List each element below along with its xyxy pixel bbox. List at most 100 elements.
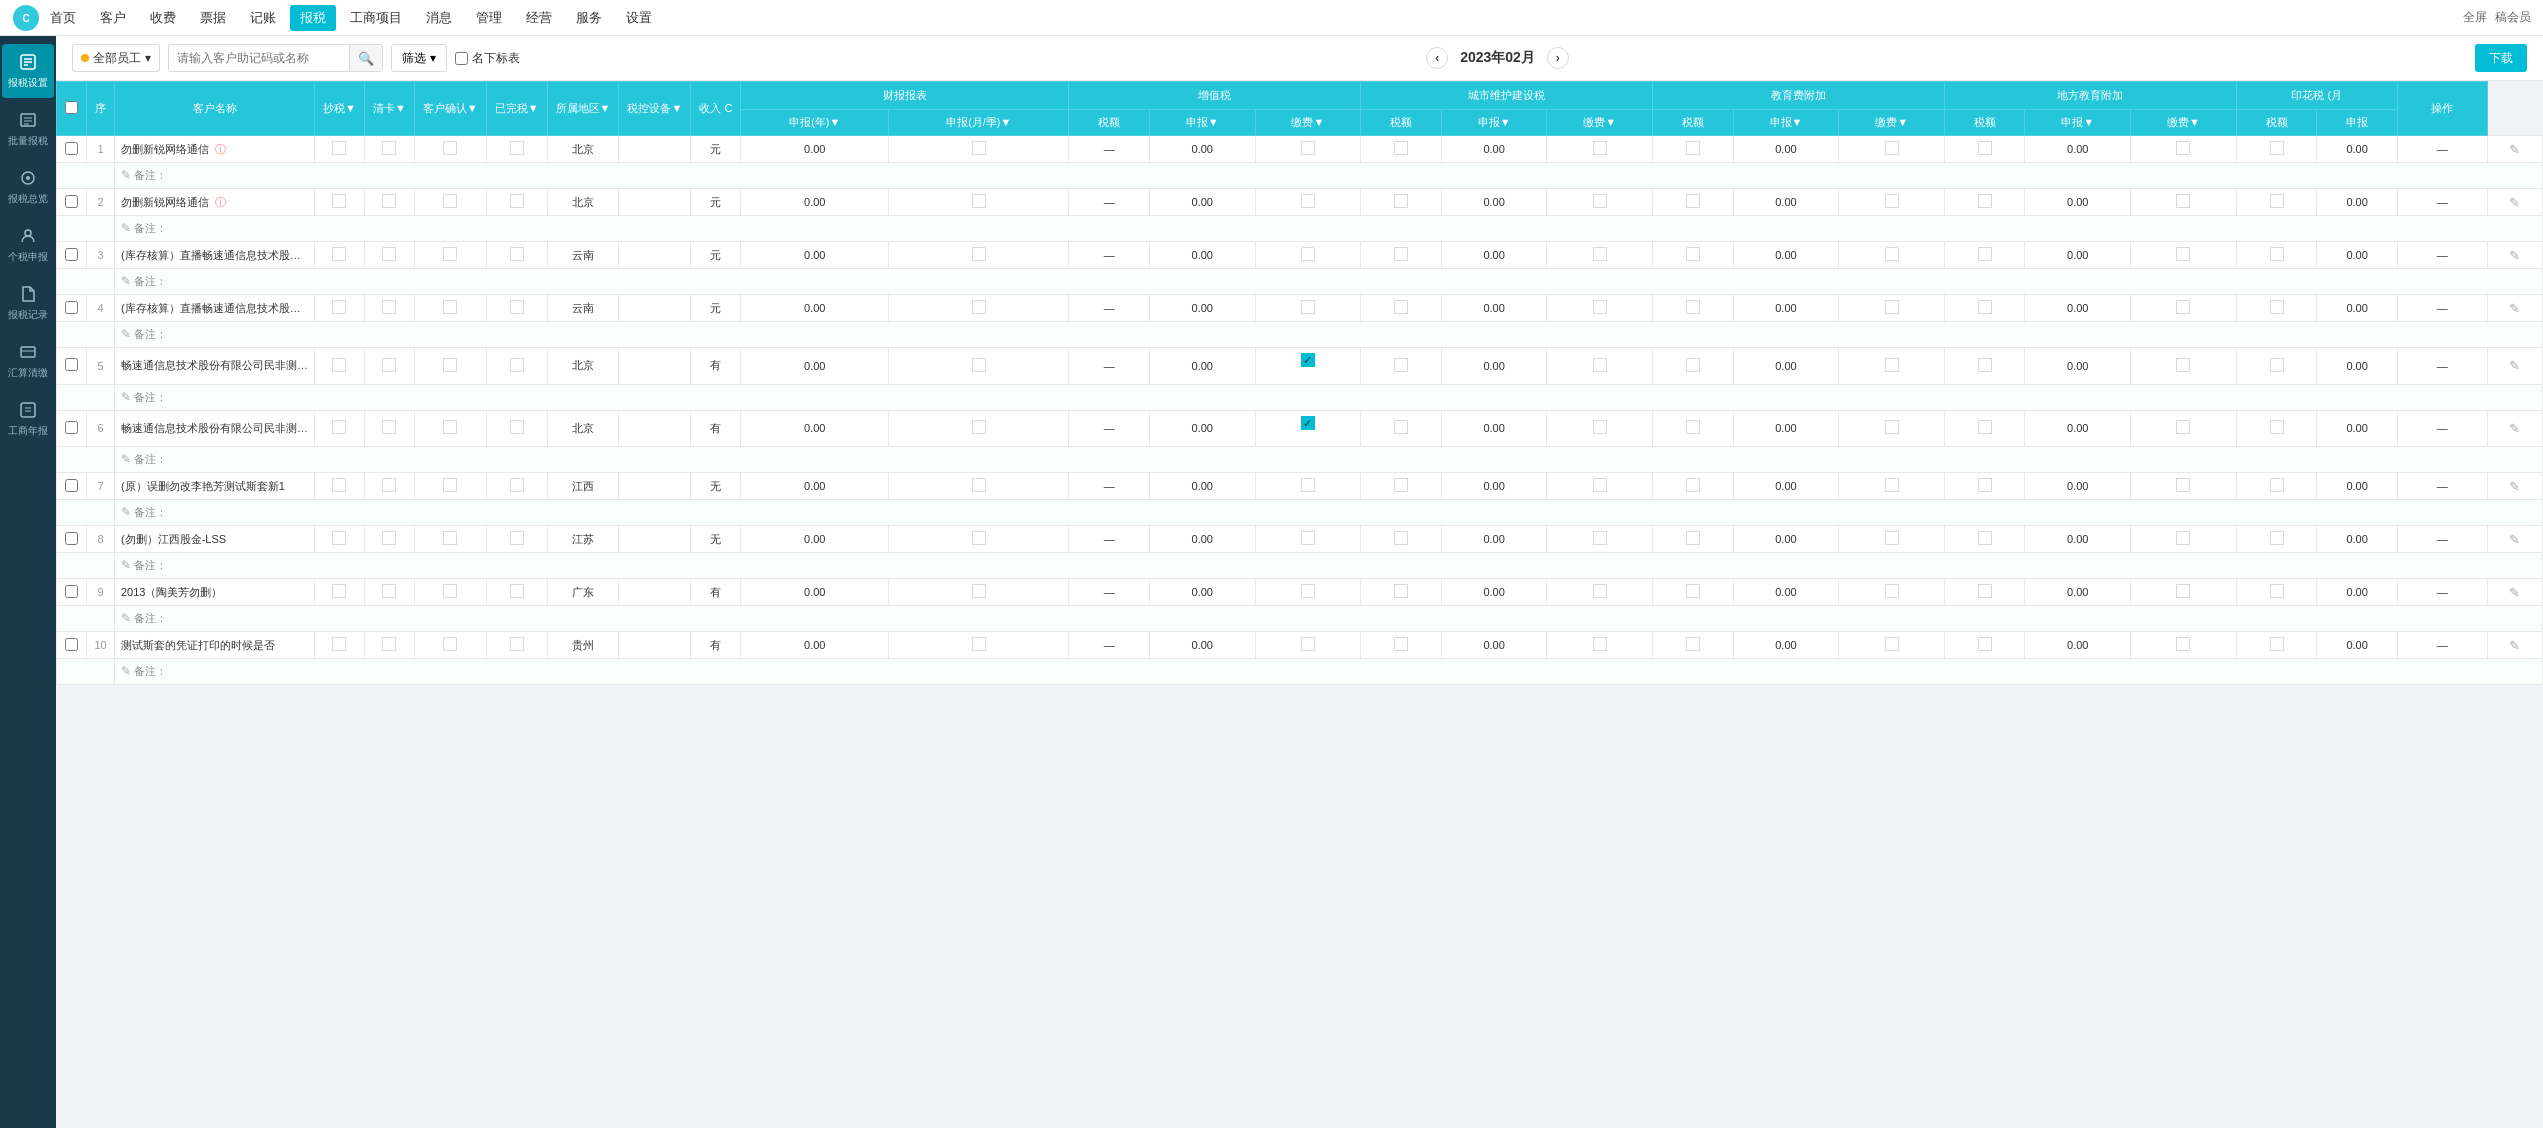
local-edu-declare-cell[interactable] — [2131, 242, 2237, 269]
edu-declare-cell[interactable] — [1839, 136, 1945, 163]
row-checkbox-cell[interactable] — [57, 579, 87, 606]
edit-button[interactable]: ✎ — [2509, 301, 2520, 316]
clear-card-cell[interactable] — [364, 579, 414, 606]
financial-annual-cell[interactable] — [889, 295, 1069, 322]
row-checkbox-cell[interactable] — [57, 526, 87, 553]
local-edu-declare-checkbox[interactable] — [2176, 420, 2190, 434]
vat-pay-checkbox[interactable] — [1394, 194, 1408, 208]
nav-billing[interactable]: 收费 — [140, 5, 186, 31]
vat-declare-checkbox[interactable] — [1301, 584, 1315, 598]
sidebar-item-tax-overview[interactable]: 报税总览 — [2, 160, 54, 214]
edu-pay-cell[interactable] — [1944, 136, 2025, 163]
customer-confirm-checkbox[interactable] — [443, 637, 457, 651]
clear-card-checkbox[interactable] — [382, 531, 396, 545]
vat-pay-cell[interactable] — [1361, 295, 1442, 322]
customer-name[interactable]: 测试斯套的凭证打印的时候是否 — [115, 632, 315, 659]
local-edu-pay-cell[interactable] — [2236, 579, 2317, 606]
edu-declare-checkbox[interactable] — [1885, 300, 1899, 314]
financial-annual-cell[interactable] — [889, 579, 1069, 606]
customer-name[interactable]: 2013（陶美芳勿删） — [115, 579, 315, 606]
financial-annual-checkbox[interactable] — [972, 141, 986, 155]
edu-declare-cell[interactable] — [1839, 242, 1945, 269]
vat-pay-checkbox[interactable] — [1394, 637, 1408, 651]
clear-card-checkbox[interactable] — [382, 478, 396, 492]
local-edu-pay-cell[interactable] — [2236, 242, 2317, 269]
edu-pay-cell[interactable] — [1944, 473, 2025, 500]
clear-card-checkbox[interactable] — [382, 584, 396, 598]
employee-select[interactable]: 全部员工 ▾ — [72, 44, 160, 72]
city-pay-checkbox[interactable] — [1686, 300, 1700, 314]
vat-pay-checkbox[interactable] — [1394, 584, 1408, 598]
copy-tax-checkbox[interactable] — [332, 141, 346, 155]
action-cell[interactable]: ✎ — [2487, 410, 2542, 447]
note-edit-icon[interactable]: ✎ — [121, 558, 131, 572]
vat-pay-cell[interactable] — [1361, 136, 1442, 163]
vat-declare-checkbox[interactable] — [1301, 300, 1315, 314]
city-declare-checkbox[interactable] — [1593, 247, 1607, 261]
search-button[interactable]: 🔍 — [349, 45, 382, 71]
financial-annual-cell[interactable] — [889, 632, 1069, 659]
vat-pay-cell[interactable] — [1361, 473, 1442, 500]
local-edu-declare-checkbox[interactable] — [2176, 194, 2190, 208]
local-edu-pay-cell[interactable] — [2236, 473, 2317, 500]
customer-confirm-cell[interactable] — [414, 526, 486, 553]
note-edit-icon[interactable]: ✎ — [121, 274, 131, 288]
nav-accounting[interactable]: 记账 — [240, 5, 286, 31]
filter-button[interactable]: 筛选 ▾ — [391, 44, 447, 72]
local-edu-pay-checkbox[interactable] — [2270, 141, 2284, 155]
local-edu-pay-cell[interactable] — [2236, 526, 2317, 553]
tax-paid-cell[interactable] — [486, 189, 547, 216]
note-edit-icon[interactable]: ✎ — [121, 611, 131, 625]
customer-confirm-checkbox[interactable] — [443, 300, 457, 314]
row-checkbox-cell[interactable] — [57, 136, 87, 163]
customer-confirm-checkbox[interactable] — [443, 358, 457, 372]
local-edu-declare-cell[interactable] — [2131, 473, 2237, 500]
vat-pay-cell[interactable] — [1361, 189, 1442, 216]
edu-pay-cell[interactable] — [1944, 189, 2025, 216]
row-checkbox-cell[interactable] — [57, 473, 87, 500]
customer-confirm-cell[interactable] — [414, 242, 486, 269]
local-edu-declare-cell[interactable] — [2131, 526, 2237, 553]
row-checkbox-cell[interactable] — [57, 189, 87, 216]
customer-confirm-cell[interactable] — [414, 295, 486, 322]
local-edu-pay-checkbox[interactable] — [2270, 194, 2284, 208]
note-edit-icon[interactable]: ✎ — [121, 327, 131, 341]
edu-pay-cell[interactable] — [1944, 632, 2025, 659]
nav-customer[interactable]: 客户 — [90, 5, 136, 31]
vat-declare-cell[interactable] — [1255, 295, 1361, 322]
edit-button[interactable]: ✎ — [2509, 421, 2520, 436]
edu-pay-checkbox[interactable] — [1978, 584, 1992, 598]
vat-pay-cell[interactable] — [1361, 526, 1442, 553]
copy-tax-checkbox[interactable] — [332, 358, 346, 372]
local-edu-pay-checkbox[interactable] — [2270, 420, 2284, 434]
vat-declare-cell[interactable] — [1255, 579, 1361, 606]
copy-tax-cell[interactable] — [315, 526, 365, 553]
vat-declare-checkbox[interactable] — [1301, 637, 1315, 651]
financial-annual-checkbox[interactable] — [972, 247, 986, 261]
action-cell[interactable]: ✎ — [2487, 348, 2542, 385]
edit-button[interactable]: ✎ — [2509, 195, 2520, 210]
edu-declare-cell[interactable] — [1839, 189, 1945, 216]
edu-declare-checkbox[interactable] — [1885, 358, 1899, 372]
financial-annual-cell[interactable] — [889, 473, 1069, 500]
copy-tax-cell[interactable] — [315, 632, 365, 659]
customer-name[interactable]: (库存核算）直播畅速通信息技术股份有限... ⓘ — [115, 242, 315, 269]
local-edu-declare-cell[interactable] — [2131, 348, 2237, 385]
download-button[interactable]: 下载 — [2475, 44, 2527, 72]
clear-card-checkbox[interactable] — [382, 358, 396, 372]
edu-declare-cell[interactable] — [1839, 579, 1945, 606]
financial-annual-checkbox[interactable] — [972, 531, 986, 545]
customer-confirm-checkbox[interactable] — [443, 584, 457, 598]
sidebar-item-batch-tax[interactable]: 批量报税 — [2, 102, 54, 156]
row-checkbox[interactable] — [65, 585, 78, 598]
edit-button[interactable]: ✎ — [2509, 638, 2520, 653]
edit-button[interactable]: ✎ — [2509, 142, 2520, 157]
tax-paid-cell[interactable] — [486, 295, 547, 322]
city-pay-cell[interactable] — [1653, 136, 1734, 163]
financial-annual-checkbox[interactable] — [972, 300, 986, 314]
copy-tax-cell[interactable] — [315, 189, 365, 216]
copy-tax-cell[interactable] — [315, 579, 365, 606]
local-edu-pay-checkbox[interactable] — [2270, 300, 2284, 314]
financial-annual-cell[interactable] — [889, 242, 1069, 269]
nav-home[interactable]: 首页 — [40, 5, 86, 31]
